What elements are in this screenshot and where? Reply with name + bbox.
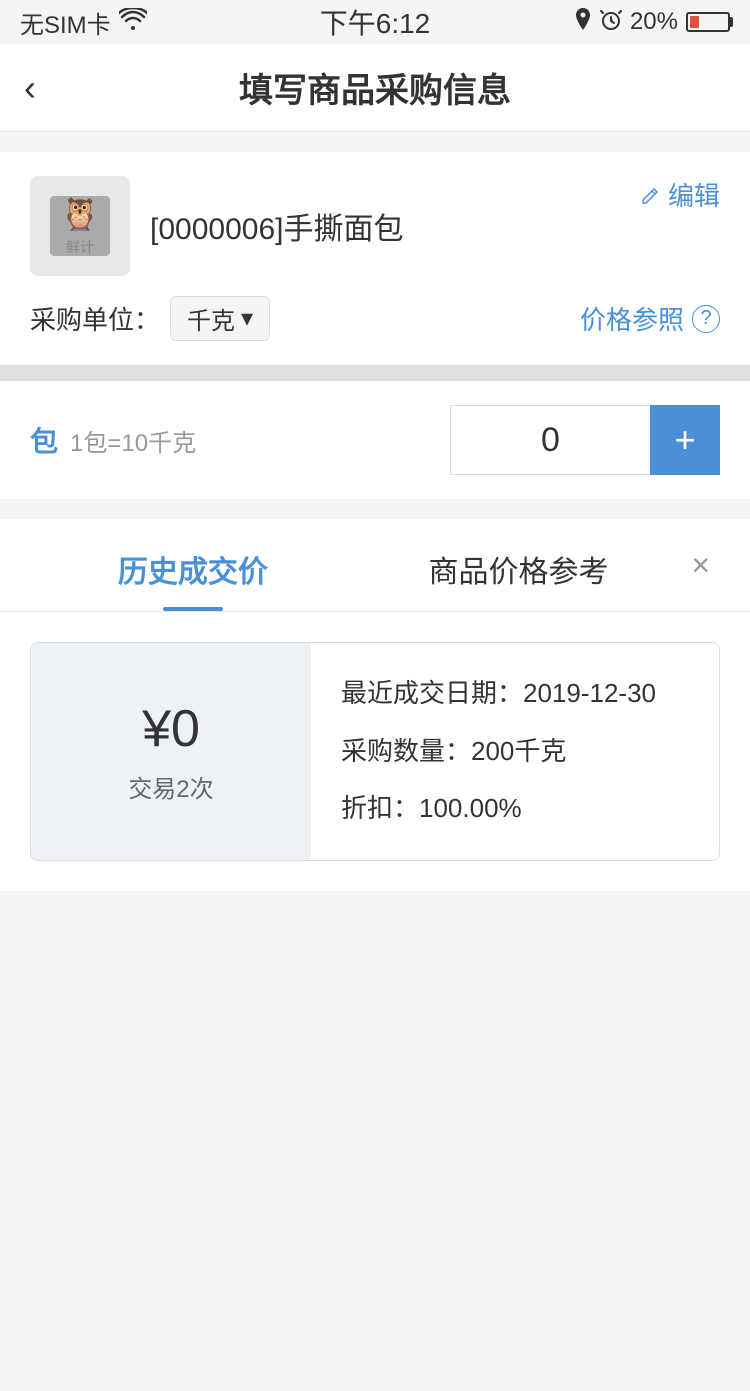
status-bar: 无SIM卡 下午6:12 20% (0, 0, 750, 44)
carrier-text: 无SIM卡 (20, 5, 111, 40)
help-icon: ? (692, 305, 720, 333)
quantity-value: 0 (541, 421, 560, 460)
amount-value: 0 (171, 700, 200, 758)
alarm-icon (600, 8, 622, 37)
tabs-container: 历史成交价 商品价格参考 × (0, 519, 750, 612)
page-title: 填写商品采购信息 (239, 63, 511, 112)
battery-percent: 20% (630, 8, 678, 36)
price-amount: ¥0 (142, 699, 200, 759)
date-row: 最近成交日期：2019-12-30 (341, 673, 689, 715)
tab-history-price[interactable]: 历史成交价 (30, 519, 356, 611)
price-card-right: 最近成交日期：2019-12-30 采购数量：200千克 折扣：100.00% (311, 643, 719, 860)
quantity-input[interactable]: 0 (450, 405, 650, 475)
unit-text: 采购单位： (30, 300, 160, 337)
unit-conversion: 1包=10千克 (70, 423, 196, 458)
discount-label: 折扣： (341, 793, 419, 823)
tab-price-reference[interactable]: 商品价格参考 (356, 519, 682, 611)
edit-button[interactable]: 编辑 (640, 176, 720, 213)
price-card: ¥0 交易2次 最近成交日期：2019-12-30 采购数量：200千克 折扣：… (30, 642, 720, 861)
product-card: 🦉 鲜计 [0000006]手撕面包 编辑 采购单位： 千克 ▾ 价格参照 (0, 152, 750, 365)
unit-value: 千克 (187, 301, 235, 336)
product-name: [0000006]手撕面包 (150, 204, 403, 248)
quantity-controls: 0 + (450, 405, 720, 475)
date-value: 2019-12-30 (523, 678, 656, 708)
qty-value: 200千克 (471, 736, 566, 766)
status-time: 下午6:12 (320, 2, 431, 42)
status-indicators: 20% (574, 8, 730, 37)
price-card-left: ¥0 交易2次 (31, 643, 311, 860)
edit-label: 编辑 (668, 176, 720, 213)
tabs-close-button[interactable]: × (681, 537, 720, 594)
qty-row: 采购数量：200千克 (341, 731, 689, 773)
wifi-icon (119, 8, 147, 37)
tab2-label: 商品价格参考 (428, 556, 608, 589)
tabs-header: 历史成交价 商品价格参考 × (0, 519, 750, 611)
product-footer: 采购单位： 千克 ▾ 价格参照 ? (30, 296, 720, 341)
edit-icon (640, 184, 662, 206)
price-ref-label: 价格参照 (580, 300, 684, 337)
quantity-row: 包 1包=10千克 0 + (0, 381, 750, 499)
brand-label: 鲜计 (66, 237, 94, 257)
unit-info: 包 1包=10千克 (30, 420, 196, 460)
unit-label: 采购单位： 千克 ▾ (30, 296, 270, 341)
bottom-area (0, 891, 750, 1391)
qty-label: 采购数量： (341, 736, 471, 766)
price-section: ¥0 交易2次 最近成交日期：2019-12-30 采购数量：200千克 折扣：… (0, 612, 750, 891)
price-transactions: 交易2次 (128, 769, 213, 804)
product-left: 🦉 鲜计 [0000006]手撕面包 (30, 176, 403, 276)
product-image: 🦉 鲜计 (30, 176, 130, 276)
owl-icon: 🦉 (60, 195, 100, 233)
product-header: 🦉 鲜计 [0000006]手撕面包 编辑 (30, 176, 720, 276)
section-divider (0, 365, 750, 381)
discount-row: 折扣：100.00% (341, 788, 689, 830)
back-button[interactable]: ‹ (24, 67, 36, 109)
currency-symbol: ¥ (142, 700, 171, 758)
nav-bar: ‹ 填写商品采购信息 (0, 44, 750, 132)
discount-value: 100.00% (419, 793, 522, 823)
price-reference-button[interactable]: 价格参照 ? (580, 300, 720, 337)
location-icon (574, 8, 592, 37)
quantity-plus-button[interactable]: + (650, 405, 720, 475)
dropdown-arrow: ▾ (241, 304, 253, 333)
battery-icon (686, 12, 730, 32)
tab1-label: 历史成交价 (118, 556, 268, 589)
date-label: 最近成交日期： (341, 678, 523, 708)
unit-select-dropdown[interactable]: 千克 ▾ (170, 296, 270, 341)
unit-badge: 包 (30, 420, 58, 460)
status-carrier: 无SIM卡 (20, 5, 147, 40)
